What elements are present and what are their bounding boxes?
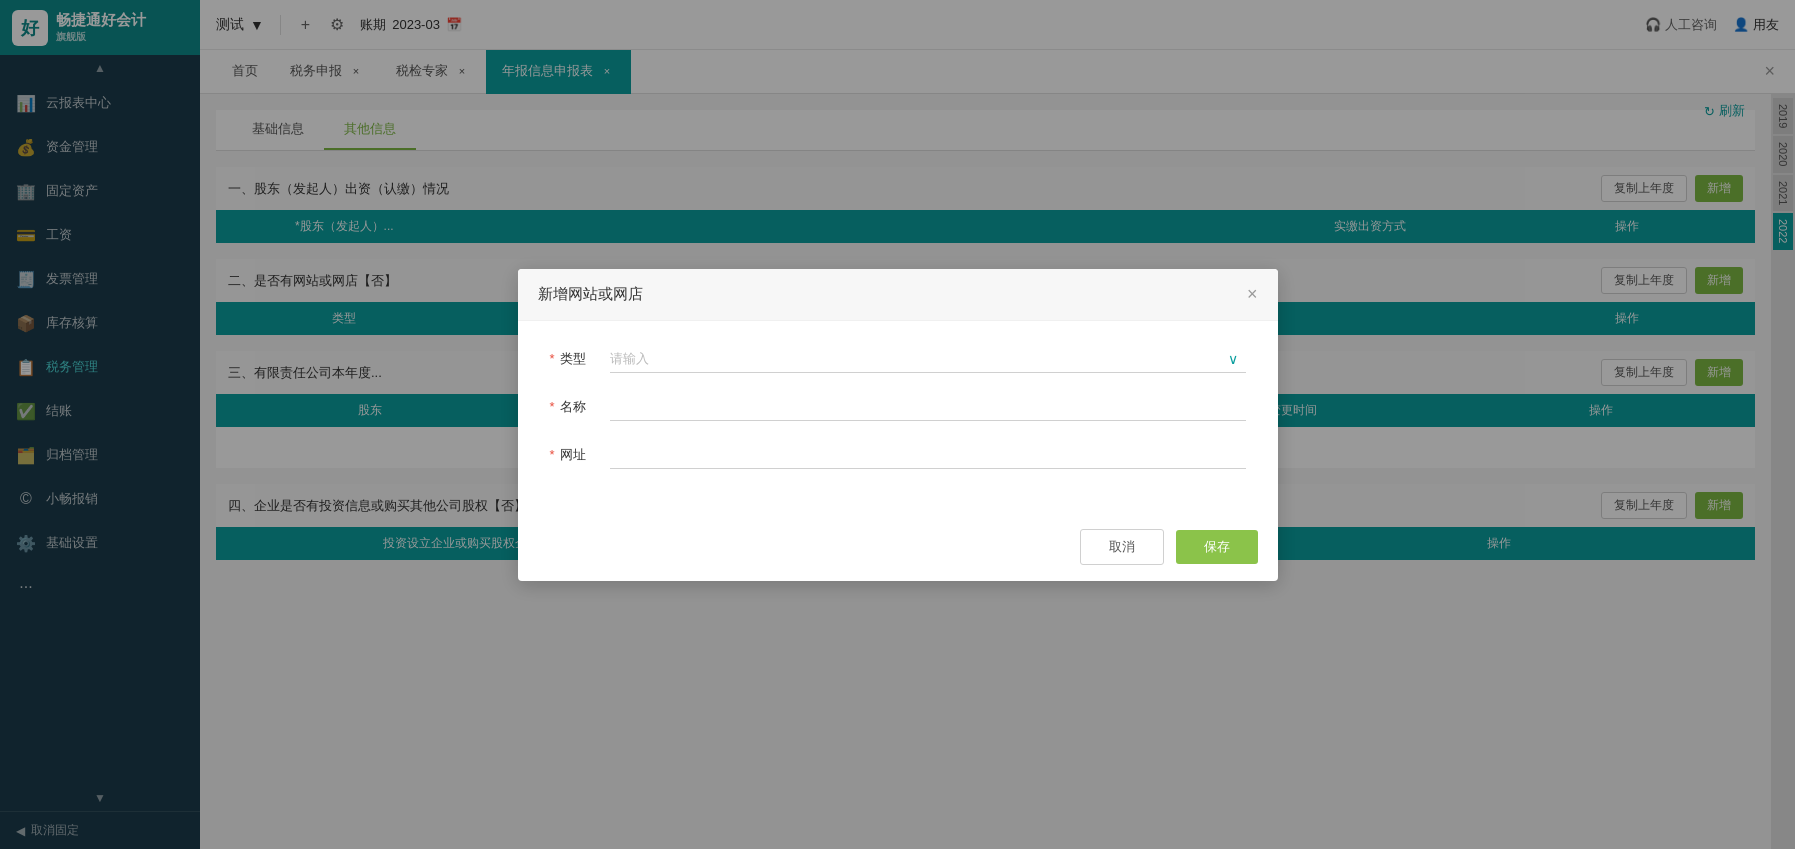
modal-close-btn[interactable]: × <box>1247 285 1258 303</box>
modal-body: * 类型 ∨ * 名称 <box>518 321 1278 513</box>
save-btn[interactable]: 保存 <box>1176 530 1258 564</box>
cancel-btn[interactable]: 取消 <box>1080 529 1164 565</box>
url-label: * 网址 <box>550 446 610 464</box>
name-input[interactable] <box>610 393 1246 421</box>
type-input[interactable] <box>610 345 1246 373</box>
required-star3: * <box>550 447 555 462</box>
form-row-name: * 名称 <box>550 393 1246 421</box>
url-input-wrapper <box>610 441 1246 469</box>
add-website-modal: 新增网站或网店 × * 类型 ∨ * 名称 <box>518 269 1278 581</box>
modal-footer: 取消 保存 <box>518 513 1278 581</box>
required-star2: * <box>550 399 555 414</box>
name-label: * 名称 <box>550 398 610 416</box>
modal-header: 新增网站或网店 × <box>518 269 1278 321</box>
url-input[interactable] <box>610 441 1246 469</box>
type-label: * 类型 <box>550 350 610 368</box>
form-row-url: * 网址 <box>550 441 1246 469</box>
name-input-wrapper <box>610 393 1246 421</box>
modal-title: 新增网站或网店 <box>538 285 643 304</box>
required-star: * <box>550 351 555 366</box>
type-input-wrapper: ∨ <box>610 345 1246 373</box>
modal-overlay: 新增网站或网店 × * 类型 ∨ * 名称 <box>0 0 1795 849</box>
form-row-type: * 类型 ∨ <box>550 345 1246 373</box>
